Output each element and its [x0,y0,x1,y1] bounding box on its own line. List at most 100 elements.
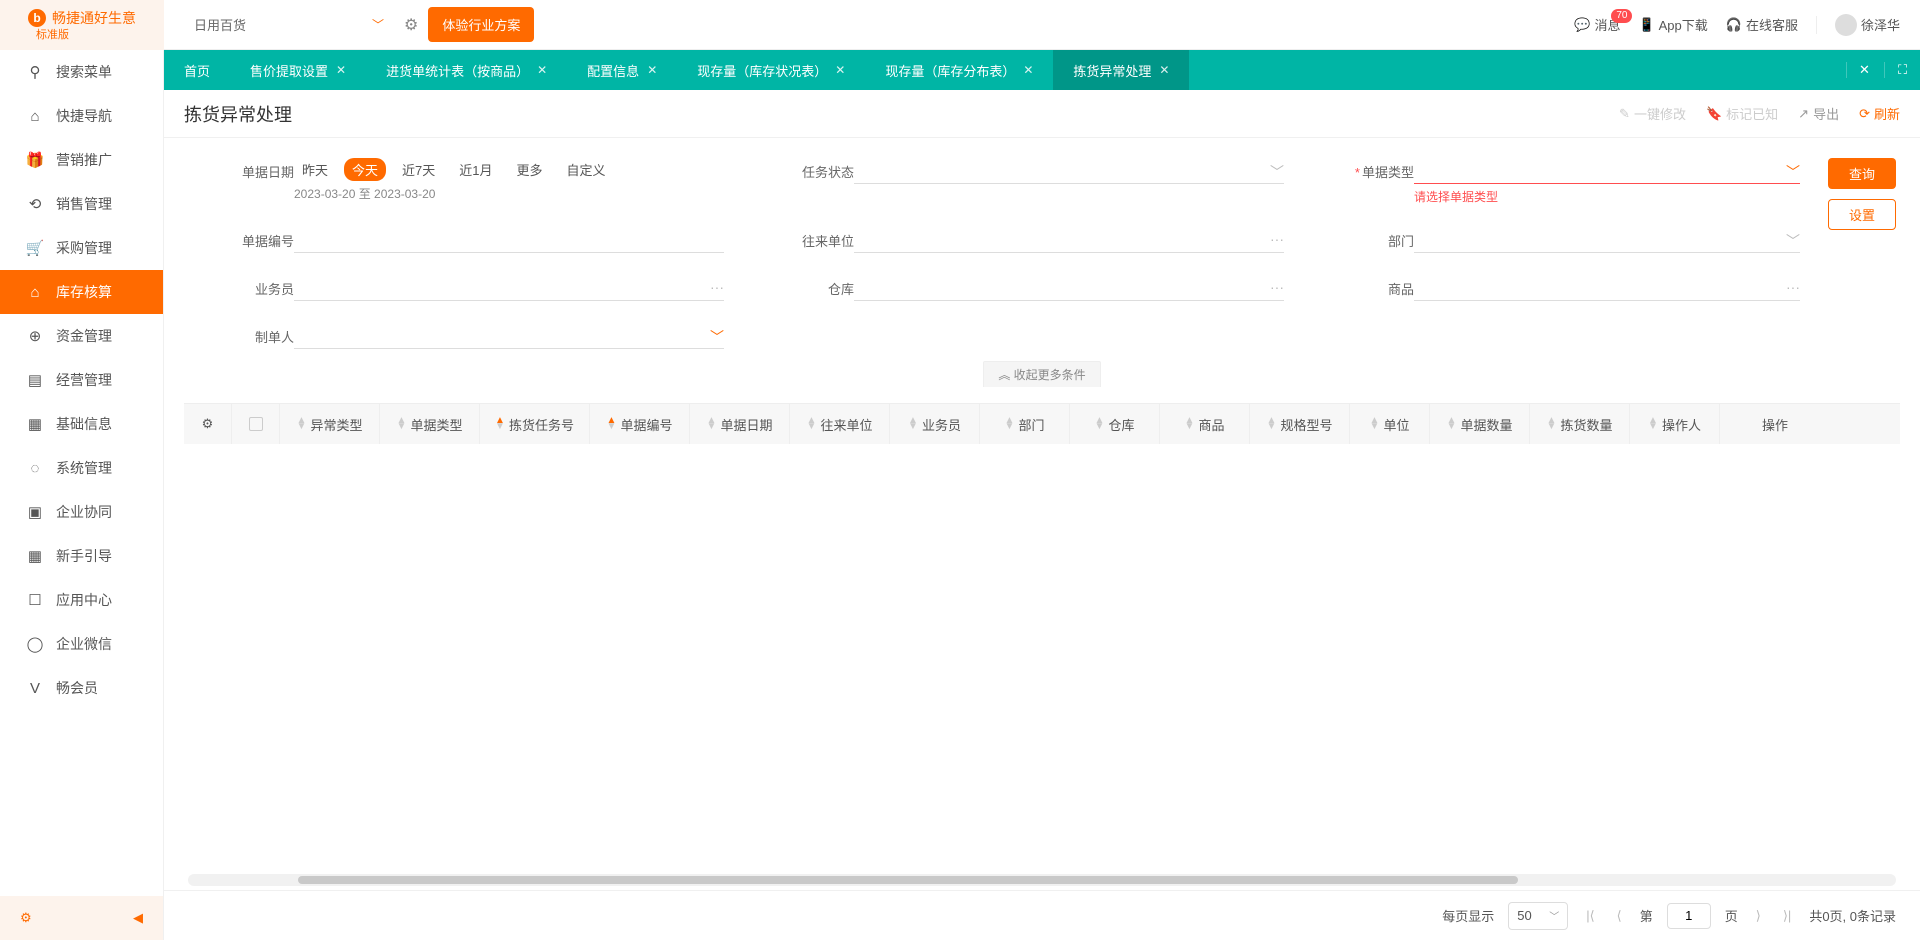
pager-first-button[interactable]: |⟨ [1582,908,1598,924]
refresh-button[interactable]: ⟳刷新 [1859,104,1900,123]
sidebar-item-marketing[interactable]: 🎁营销推广 [0,138,163,182]
bill-type-select[interactable] [1414,158,1800,184]
tab-config[interactable]: 配置信息✕ [567,50,677,90]
tab-purchase-stats[interactable]: 进货单统计表（按商品）✕ [366,50,567,90]
sort-icon[interactable]: ▲▼ [1095,418,1105,430]
sort-icon[interactable]: ▲▼ [1648,418,1658,430]
col-bill-qty[interactable]: ▲▼单据数量 [1430,404,1530,444]
fullscreen-button[interactable]: ⛶ [1884,62,1920,78]
partner-input[interactable] [854,227,1284,253]
task-status-select[interactable] [854,158,1284,184]
sidebar-item-inventory[interactable]: ⌂库存核算 [0,270,163,314]
close-all-tabs-button[interactable]: ✕ [1846,62,1882,78]
more-icon[interactable]: ··· [710,279,724,295]
sort-icon[interactable]: ▲▼ [1005,418,1015,430]
col-sales[interactable]: ▲▼业务员 [890,404,980,444]
sort-icon[interactable]: ▲▼ [707,418,717,430]
settings-icon[interactable]: ⚙ [404,15,418,35]
tab-home[interactable]: 首页 [164,50,230,90]
sort-icon[interactable]: ▲▼ [1547,418,1557,430]
col-product[interactable]: ▲▼商品 [1160,404,1250,444]
chevron-down-icon[interactable]: ﹀ [1270,162,1284,182]
col-warehouse[interactable]: ▲▼仓库 [1070,404,1160,444]
select-all-checkbox[interactable] [232,404,280,444]
col-dept[interactable]: ▲▼部门 [980,404,1070,444]
sort-icon[interactable]: ▲▼ [397,418,407,430]
date-quick-custom[interactable]: 自定义 [559,158,614,181]
pager-last-button[interactable]: ⟩| [1779,908,1795,924]
collapse-filters-button[interactable]: ︽ 收起更多条件 [983,361,1100,387]
footer-gear-icon[interactable]: ⚙ [20,910,32,926]
date-quick-1m[interactable]: 近1月 [451,158,500,181]
sort-icon[interactable]: ▲▼ [1447,418,1457,430]
messages-button[interactable]: 💬 消息 70 [1574,15,1620,34]
more-icon[interactable]: ··· [1270,279,1284,295]
sort-icon[interactable]: ▲▼ [807,418,817,430]
tab-stock-dist[interactable]: 现存量（库存分布表）✕ [865,50,1053,90]
col-bill-type[interactable]: ▲▼单据类型 [380,404,480,444]
app-download-button[interactable]: 📱 App下载 [1638,15,1707,34]
col-spec[interactable]: ▲▼规格型号 [1250,404,1350,444]
sidebar-item-system[interactable]: ◌系统管理 [0,446,163,490]
bill-no-input[interactable] [294,227,724,253]
settings-button[interactable]: 设置 [1828,199,1896,230]
date-quick-today[interactable]: 今天 [344,158,386,181]
more-icon[interactable]: ··· [1786,279,1800,295]
pager-next-button[interactable]: ⟩ [1752,908,1765,924]
pager-prev-button[interactable]: ⟨ [1613,908,1626,924]
date-quick-more[interactable]: 更多 [509,158,551,181]
sort-icon[interactable]: ▲▼ [908,418,918,430]
sidebar-item-member[interactable]: V畅会员 [0,666,163,710]
close-icon[interactable]: ✕ [1023,63,1033,77]
sidebar-item-wecom[interactable]: ◯企业微信 [0,622,163,666]
chevron-down-icon[interactable]: ﹀ [1786,162,1800,182]
page-size-select[interactable]: 50 ﹀ [1508,902,1568,930]
tab-stock-status[interactable]: 现存量（库存状况表）✕ [677,50,865,90]
online-support-button[interactable]: 🎧 在线客服 [1726,15,1798,34]
sort-icon[interactable]: ▲▼ [297,418,307,430]
sales-input[interactable] [294,275,724,301]
col-pick-task-no[interactable]: ▲▼拣货任务号 [480,404,590,444]
sort-icon[interactable]: ▲▼ [1267,418,1277,430]
creator-select[interactable] [294,323,724,349]
more-icon[interactable]: ··· [1270,231,1284,247]
col-exception-type[interactable]: ▲▼异常类型 [280,404,380,444]
dept-select[interactable] [1414,227,1800,253]
collapse-sidebar-icon[interactable]: ◀ [133,910,143,926]
current-page-input[interactable] [1667,903,1711,929]
date-quick-yesterday[interactable]: 昨天 [294,158,336,181]
sidebar-item-search[interactable]: ⚲搜索菜单 [0,50,163,94]
sidebar-item-finance[interactable]: ⊕资金管理 [0,314,163,358]
export-button[interactable]: ↗导出 [1798,104,1839,123]
close-icon[interactable]: ✕ [835,63,845,77]
sort-icon[interactable]: ▲▼ [607,418,617,430]
scrollbar-thumb[interactable] [298,876,1518,884]
horizontal-scrollbar[interactable] [188,874,1896,886]
sidebar-item-collab[interactable]: ▣企业协同 [0,490,163,534]
sidebar-item-apps[interactable]: ☐应用中心 [0,578,163,622]
store-select[interactable]: 日用百货 ﹀ [184,9,394,41]
product-input[interactable] [1414,275,1800,301]
tab-price-extract[interactable]: 售价提取设置✕ [230,50,366,90]
user-menu[interactable]: 徐泽华 [1835,14,1900,36]
date-quick-7d[interactable]: 近7天 [394,158,443,181]
tab-pick-exception[interactable]: 拣货异常处理✕ [1053,50,1189,90]
chevron-down-icon[interactable]: ﹀ [710,327,724,347]
col-pick-qty[interactable]: ▲▼拣货数量 [1530,404,1630,444]
sidebar-item-operations[interactable]: ▤经营管理 [0,358,163,402]
column-settings-button[interactable]: ⚙ [184,404,232,444]
sort-icon[interactable]: ▲▼ [1185,418,1195,430]
sidebar-item-guide[interactable]: ▦新手引导 [0,534,163,578]
col-bill-date[interactable]: ▲▼单据日期 [690,404,790,444]
col-unit[interactable]: ▲▼单位 [1350,404,1430,444]
warehouse-input[interactable] [854,275,1284,301]
col-partner[interactable]: ▲▼往来单位 [790,404,890,444]
close-icon[interactable]: ✕ [336,63,346,77]
batch-edit-button[interactable]: ✎一键修改 [1619,104,1686,123]
close-icon[interactable]: ✕ [647,63,657,77]
sort-icon[interactable]: ▲▼ [1370,418,1380,430]
chevron-down-icon[interactable]: ﹀ [1786,231,1800,251]
col-operator[interactable]: ▲▼操作人 [1630,404,1720,444]
mark-read-button[interactable]: 🔖标记已知 [1706,104,1778,123]
query-button[interactable]: 查询 [1828,158,1896,189]
